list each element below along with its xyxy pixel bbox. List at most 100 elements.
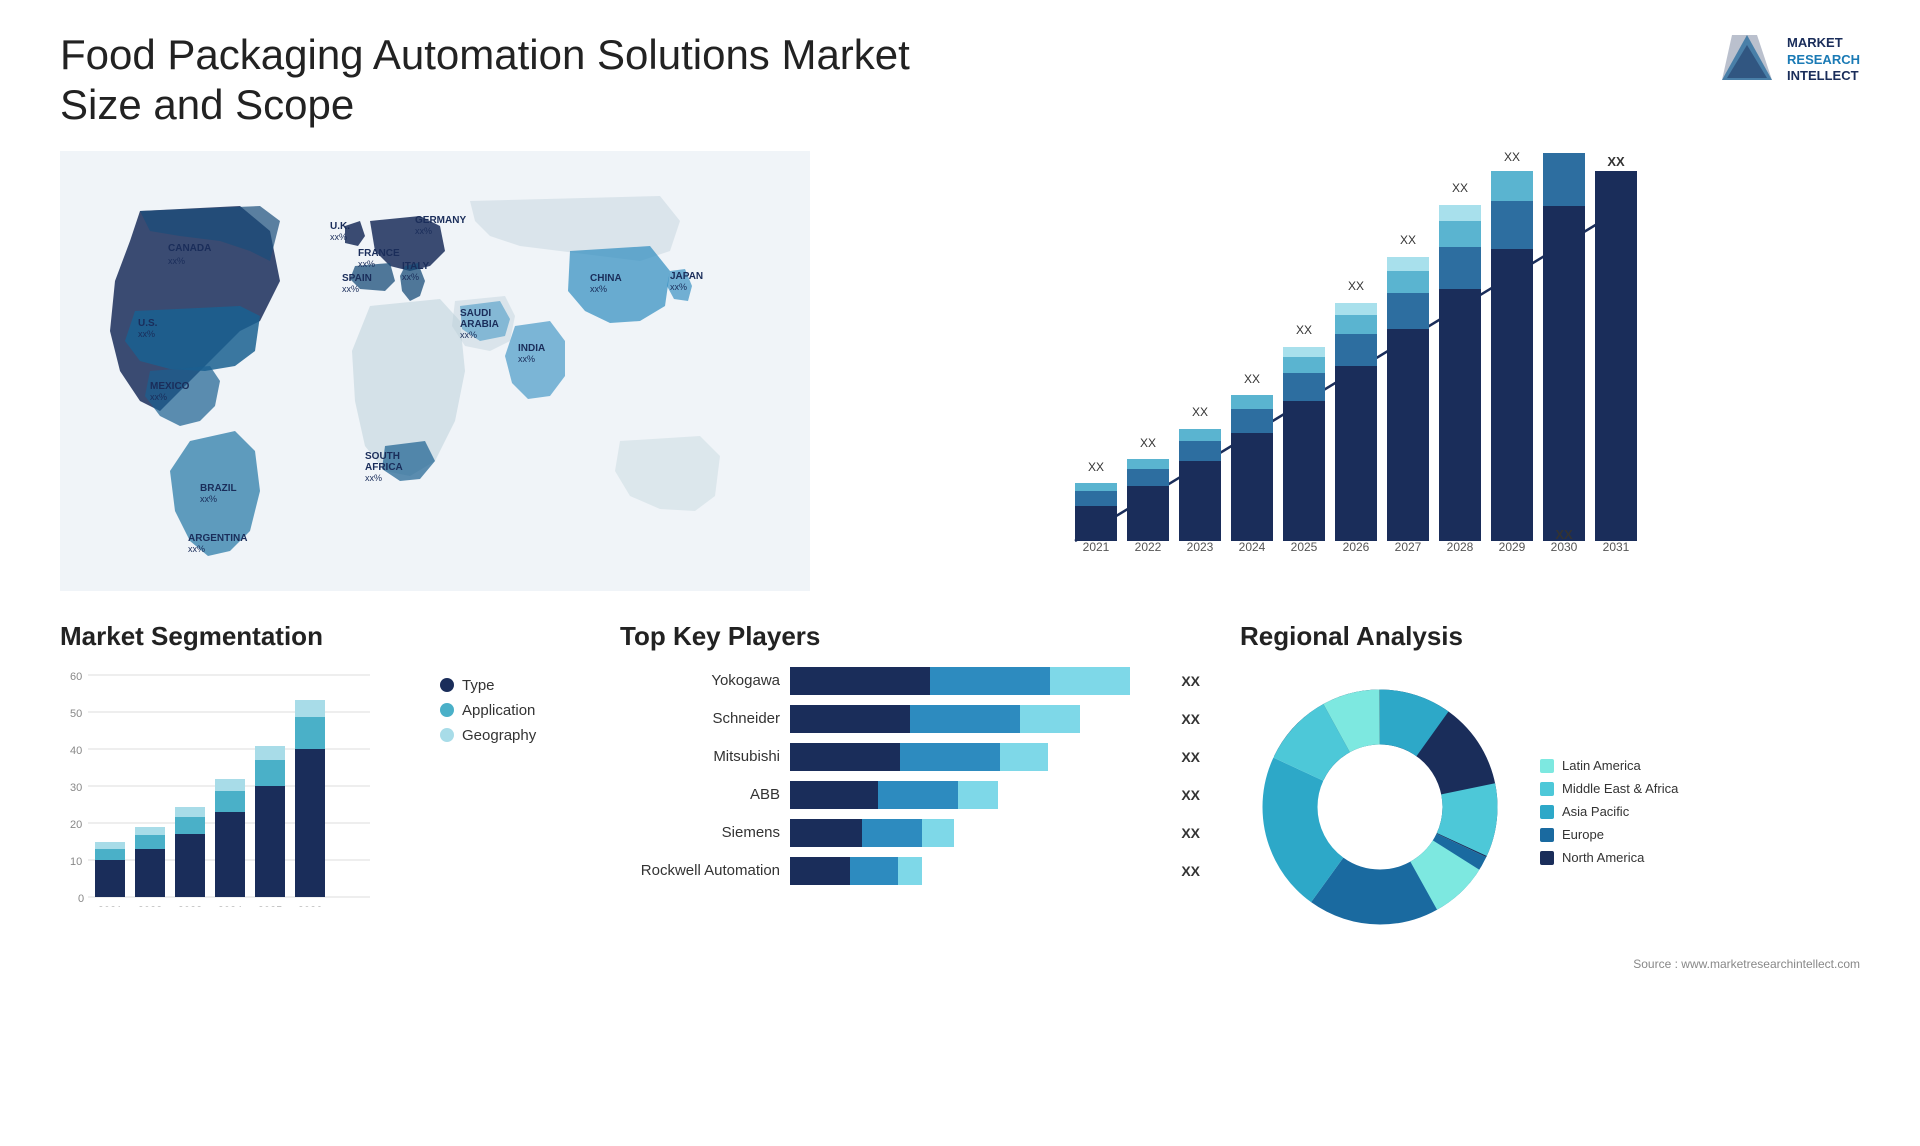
map-label-italy: ITALY [402,261,430,272]
legend-color-middle-east-africa [1540,782,1554,796]
player-val-yokogawa: XX [1181,673,1200,689]
bar-label-2026: XX [1348,279,1364,293]
bar-label-2023: XX [1192,405,1208,419]
map-val-mexico: xx% [150,392,167,402]
header: Food Packaging Automation Solutions Mark… [60,30,1860,131]
svg-text:0: 0 [78,893,84,905]
year-2025: 2025 [1291,540,1318,554]
bar-2024-dark [1231,433,1273,541]
bar-2026-mid [1335,334,1377,366]
bar-seg1-schneider [790,705,910,733]
player-name-siemens: Siemens [620,824,780,841]
year-2028: 2028 [1447,540,1474,554]
map-label-china: CHINA [590,273,622,284]
bar-2024-light [1231,395,1273,409]
map-val-brazil: xx% [200,494,217,504]
player-name-yokogawa: Yokogawa [620,672,780,689]
map-val-saudi: xx% [460,330,477,340]
bar-label-2024: XX [1244,372,1260,386]
bar-seg3-siemens [922,819,954,847]
svg-text:XX: XX [1607,154,1625,169]
svg-text:40: 40 [70,745,82,757]
bar-label-2027: XX [1400,233,1416,247]
year-2021: 2021 [1083,540,1110,554]
legend-dot-application [440,703,454,717]
player-name-abb: ABB [620,786,780,803]
bar-2029-dark [1491,249,1533,541]
bar-2021-mid [1075,491,1117,506]
year-2022: 2022 [1135,540,1162,554]
legend-color-europe [1540,828,1554,842]
player-bar-abb [790,781,1163,809]
bar-2030-mid [1543,153,1585,206]
bar-2022-mid [1127,469,1169,486]
donut-legend: Latin America Middle East & Africa Asia … [1540,758,1678,865]
map-val-spain: xx% [342,284,359,294]
svg-text:2026: 2026 [298,905,322,907]
player-bar-schneider [790,705,1163,733]
bar-2022-light [1127,459,1169,469]
year-2027: 2027 [1395,540,1422,554]
segmentation-section: Market Segmentation 0 10 20 30 40 50 60 [60,621,580,971]
year-2024: 2024 [1239,540,1266,554]
map-val-us: xx% [138,329,155,339]
bar-seg1-rockwell [790,857,850,885]
map-val-germany: xx% [415,226,432,236]
legend-north-america: North America [1540,850,1678,865]
bar-seg1-yokogawa [790,667,930,695]
players-list: Yokogawa XX Schneider [620,667,1200,885]
map-val-southafrica: xx% [365,473,382,483]
map-label-spain: SPAIN [342,273,372,284]
regional-section: Regional Analysis [1240,621,1860,971]
player-name-schneider: Schneider [620,710,780,727]
bar-2021-dark [1075,506,1117,541]
bar-2029-mid [1491,201,1533,249]
map-label-southafrica2: AFRICA [365,462,403,473]
bar-seg3-yokogawa [1050,667,1130,695]
map-label-uk: U.K. [330,221,350,232]
legend-application: Application [440,702,536,719]
bar-2027-dark [1387,329,1429,541]
map-label-southafrica: SOUTH [365,451,400,462]
bar-seg2-yokogawa [930,667,1050,695]
legend-color-latin-america [1540,759,1554,773]
player-bar-siemens [790,819,1163,847]
map-val-uk: xx% [330,232,347,242]
legend-color-north-america [1540,851,1554,865]
bar-2026-dark [1335,366,1377,541]
player-row-abb: ABB XX [620,781,1200,809]
page-title: Food Packaging Automation Solutions Mark… [60,30,960,131]
bar-seg3-abb [958,781,998,809]
svg-text:60: 60 [70,671,82,683]
segmentation-legend: Type Application Geography [440,677,536,744]
key-players-title: Top Key Players [620,621,1200,652]
svg-text:10: 10 [70,856,82,868]
bar-2023-light [1179,429,1221,441]
bar-seg1-abb [790,781,878,809]
svg-text:20: 20 [70,819,82,831]
map-container: CANADA xx% U.S. xx% MEXICO xx% BRAZIL xx… [60,151,810,591]
bar-2029-light [1491,171,1533,201]
bar-seg2-rockwell [850,857,898,885]
map-label-brazil: BRAZIL [200,483,237,494]
player-bar-mitsubishi [790,743,1163,771]
map-label-mexico: MEXICO [150,381,190,392]
bar-2028-light [1439,221,1481,247]
year-2023: 2023 [1187,540,1214,554]
player-val-rockwell: XX [1181,863,1200,879]
year-2031: 2031 [1603,540,1630,554]
map-val-japan: xx% [670,282,687,292]
svg-text:2022: 2022 [138,905,162,907]
map-label-saudi2: ARABIA [460,319,499,330]
bar-2025-dark [1283,401,1325,541]
bar-seg2-mitsubishi [900,743,1000,771]
map-val-china: xx% [590,284,607,294]
legend-latin-america: Latin America [1540,758,1678,773]
world-map-svg: CANADA xx% U.S. xx% MEXICO xx% BRAZIL xx… [60,151,810,591]
regional-title: Regional Analysis [1240,621,1860,652]
player-row-yokogawa: Yokogawa XX [620,667,1200,695]
map-val-france: xx% [358,259,375,269]
bar-seg2-siemens [862,819,922,847]
svg-text:30: 30 [70,782,82,794]
map-label-france: FRANCE [358,248,400,259]
